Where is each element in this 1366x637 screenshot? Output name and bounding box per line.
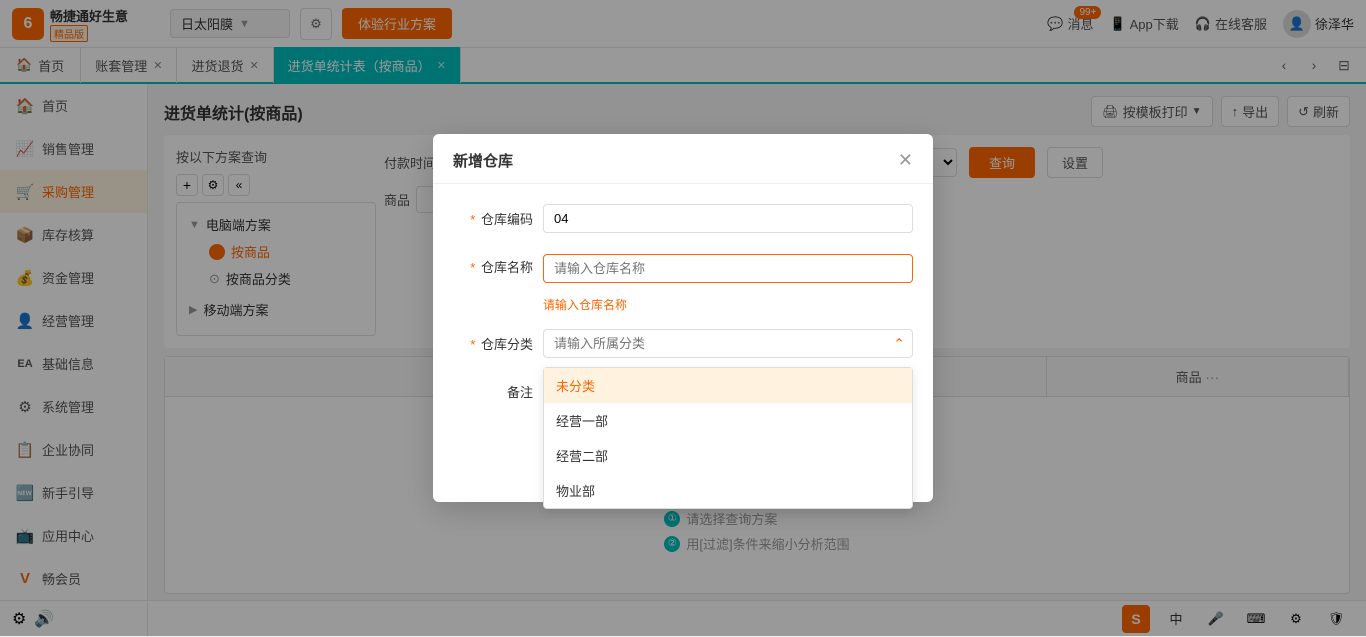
- category-label: * 仓库分类: [453, 329, 533, 361]
- dropdown-item-3[interactable]: 物业部: [544, 473, 912, 508]
- modal-overlay[interactable]: 新增仓库 ✕ * 仓库编码 * 仓库名称: [0, 0, 1366, 636]
- dropdown-item-1[interactable]: 经营一部: [544, 403, 912, 438]
- modal-title: 新增仓库: [453, 150, 513, 171]
- code-label-text: 仓库编码: [481, 212, 533, 227]
- code-label: * 仓库编码: [453, 204, 533, 236]
- form-row-name: * 仓库名称 请输入仓库名称: [453, 252, 913, 313]
- note-label-text: 备注: [507, 385, 533, 400]
- category-label-text: 仓库分类: [481, 337, 533, 352]
- category-dropdown: 未分类 经营一部 经营二部 物业部: [543, 367, 913, 509]
- form-row-code: * 仓库编码: [453, 204, 913, 236]
- category-input[interactable]: [543, 329, 913, 358]
- name-label: * 仓库名称: [453, 252, 533, 284]
- required-star-code: *: [470, 212, 475, 227]
- required-star-cat: *: [470, 337, 475, 352]
- category-arrow-icon[interactable]: ⌃: [893, 335, 905, 352]
- dropdown-item-2[interactable]: 经营二部: [544, 438, 912, 473]
- modal-header: 新增仓库 ✕: [433, 134, 933, 184]
- category-select-wrap: ⌃ 未分类 经营一部 经营二部 物业部: [543, 329, 913, 358]
- form-row-category: * 仓库分类 ⌃ 未分类 经营一部 经营二部 物业部: [453, 329, 913, 361]
- dropdown-item-0[interactable]: 未分类: [544, 368, 912, 403]
- name-error-msg: 请输入仓库名称: [543, 298, 627, 312]
- modal-close-btn[interactable]: ✕: [898, 150, 913, 171]
- note-label: 备注: [453, 377, 533, 409]
- name-label-text: 仓库名称: [481, 260, 533, 275]
- code-input[interactable]: [543, 204, 913, 233]
- modal-body: * 仓库编码 * 仓库名称 请输入仓库名称: [433, 184, 933, 445]
- required-star-name: *: [470, 260, 475, 275]
- name-input[interactable]: [543, 254, 913, 283]
- modal-add-warehouse: 新增仓库 ✕ * 仓库编码 * 仓库名称: [433, 134, 933, 502]
